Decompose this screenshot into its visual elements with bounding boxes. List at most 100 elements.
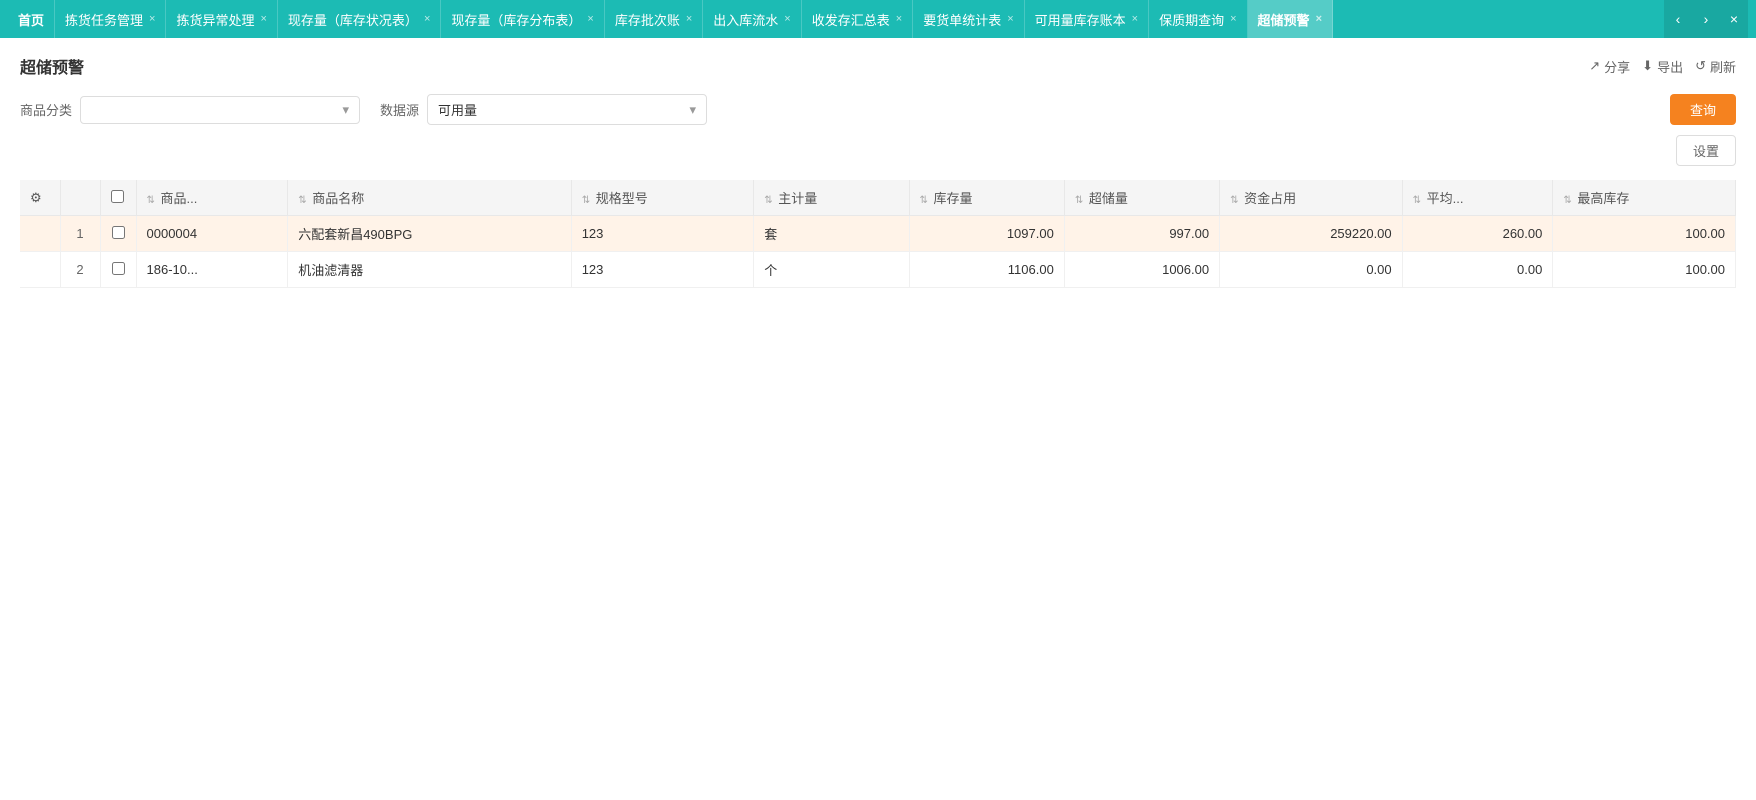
row-product-name: 机油滤清器 xyxy=(288,252,572,288)
category-select[interactable]: ▾ xyxy=(80,96,360,124)
nav-tab-inventory-status-label: 现存量（库存状况表） xyxy=(288,10,418,29)
nav-tab-inout-flow-close[interactable]: × xyxy=(784,13,790,25)
datasource-filter: 数据源 可用量 ▾ xyxy=(380,94,707,125)
nav-tab-shelf-life-label: 保质期查询 xyxy=(1159,10,1224,29)
share-label: 分享 xyxy=(1604,57,1630,76)
select-all-checkbox[interactable] xyxy=(111,190,124,203)
col-header-unit[interactable]: ⇅ 主计量 xyxy=(754,180,909,216)
nav-next-button[interactable]: › xyxy=(1692,0,1720,38)
nav-tab-overstock-close[interactable]: × xyxy=(1316,13,1322,25)
datasource-value: 可用量 xyxy=(438,100,477,119)
table-header-row: ⚙ ⇅ 商品... ⇅ 商品名称 ⇅ 规格型号 xyxy=(20,180,1736,216)
refresh-icon: ↺ xyxy=(1695,58,1706,74)
nav-tab-collect[interactable]: 收发存汇总表 × xyxy=(802,0,913,38)
nav-tab-task-mgmt[interactable]: 拣货任务管理 × xyxy=(55,0,166,38)
sort-icon-inventory: ⇅ xyxy=(920,195,928,206)
nav-tab-task-mgmt-close[interactable]: × xyxy=(149,13,155,25)
nav-tab-home-label: 首页 xyxy=(18,10,44,29)
nav-prev-button[interactable]: ‹ xyxy=(1664,0,1692,38)
export-button[interactable]: ⬇ 导出 xyxy=(1642,57,1683,76)
nav-tab-shelf-life-close[interactable]: × xyxy=(1230,13,1236,25)
datasource-chevron-down-icon: ▾ xyxy=(690,102,697,118)
col-header-overstock[interactable]: ⇅ 超储量 xyxy=(1064,180,1219,216)
col-header-max-inventory[interactable]: ⇅ 最高库存 xyxy=(1553,180,1736,216)
col-header-capital-usage[interactable]: ⇅ 资金占用 xyxy=(1220,180,1403,216)
table-row: 1 0000004 六配套新昌490BPG 123 套 1097.00 997.… xyxy=(20,216,1736,252)
col-label-capital-usage: 资金占用 xyxy=(1244,191,1296,206)
sort-icon-avg: ⇅ xyxy=(1413,195,1421,206)
nav-tab-inventory-dist[interactable]: 现存量（库存分布表） × xyxy=(441,0,604,38)
row-capital-usage: 0.00 xyxy=(1220,252,1403,288)
nav-tab-inventory-status[interactable]: 现存量（库存状况表） × xyxy=(278,0,441,38)
nav-tab-shelf-life[interactable]: 保质期查询 × xyxy=(1149,0,1247,38)
nav-tab-abnormal-close[interactable]: × xyxy=(260,13,266,25)
filter-actions: 查询 设置 xyxy=(1670,94,1736,166)
col-label-product-code: 商品... xyxy=(161,191,198,206)
row-product-code: 0000004 xyxy=(136,216,288,252)
category-label: 商品分类 xyxy=(20,100,72,119)
nav-tab-batch-close[interactable]: × xyxy=(686,13,692,25)
sort-icon-product-code: ⇅ xyxy=(147,195,155,206)
sort-icon-unit: ⇅ xyxy=(764,195,772,206)
row-seq: 1 xyxy=(60,216,100,252)
row-max-inventory: 100.00 xyxy=(1553,216,1736,252)
col-header-product-code[interactable]: ⇅ 商品... xyxy=(136,180,288,216)
col-header-spec[interactable]: ⇅ 规格型号 xyxy=(571,180,754,216)
sort-icon-overstock: ⇅ xyxy=(1075,195,1083,206)
row-checkbox[interactable] xyxy=(112,262,125,275)
share-button[interactable]: ↗ 分享 xyxy=(1589,57,1630,76)
nav-tab-avail-ledger-close[interactable]: × xyxy=(1132,13,1138,25)
share-icon: ↗ xyxy=(1589,58,1600,74)
nav-arrows: ‹ › × xyxy=(1664,0,1748,38)
row-unit: 个 xyxy=(754,252,909,288)
col-header-product-name[interactable]: ⇅ 商品名称 xyxy=(288,180,572,216)
row-max-inventory: 100.00 xyxy=(1553,252,1736,288)
row-checkbox-cell[interactable] xyxy=(100,252,136,288)
col-header-checkbox[interactable] xyxy=(100,180,136,216)
nav-tab-order-stats[interactable]: 要货单统计表 × xyxy=(913,0,1024,38)
nav-tab-collect-close[interactable]: × xyxy=(896,13,902,25)
nav-tab-avail-ledger-label: 可用量库存账本 xyxy=(1035,10,1126,29)
nav-close-all-button[interactable]: × xyxy=(1720,0,1748,38)
refresh-button[interactable]: ↺ 刷新 xyxy=(1695,57,1736,76)
page-container: 超储预警 ↗ 分享 ⬇ 导出 ↺ 刷新 商品分类 ▾ xyxy=(0,38,1756,304)
nav-tab-batch-label: 库存批次账 xyxy=(615,10,680,29)
nav-tab-collect-label: 收发存汇总表 xyxy=(812,10,890,29)
row-settings-cell xyxy=(20,252,60,288)
row-product-name: 六配套新昌490BPG xyxy=(288,216,572,252)
nav-tab-avail-ledger[interactable]: 可用量库存账本 × xyxy=(1025,0,1149,38)
nav-tab-inventory-status-close[interactable]: × xyxy=(424,13,430,25)
row-seq: 2 xyxy=(60,252,100,288)
query-button[interactable]: 查询 xyxy=(1670,94,1736,125)
col-label-product-name: 商品名称 xyxy=(312,191,364,206)
nav-tab-order-stats-close[interactable]: × xyxy=(1007,13,1013,25)
datasource-select[interactable]: 可用量 ▾ xyxy=(427,94,707,125)
nav-tab-inout-flow[interactable]: 出入库流水 × xyxy=(703,0,801,38)
col-label-spec: 规格型号 xyxy=(596,191,648,206)
nav-tab-inout-flow-label: 出入库流水 xyxy=(713,10,778,29)
export-icon: ⬇ xyxy=(1642,58,1653,74)
col-label-unit: 主计量 xyxy=(778,191,817,206)
gear-icon[interactable]: ⚙ xyxy=(30,190,42,205)
nav-tab-batch[interactable]: 库存批次账 × xyxy=(605,0,703,38)
row-spec: 123 xyxy=(571,216,754,252)
col-header-avg[interactable]: ⇅ 平均... xyxy=(1402,180,1553,216)
row-inventory: 1097.00 xyxy=(909,216,1064,252)
nav-tab-inventory-dist-close[interactable]: × xyxy=(587,13,593,25)
row-checkbox-cell[interactable] xyxy=(100,216,136,252)
nav-tab-abnormal-label: 拣货异常处理 xyxy=(176,10,254,29)
nav-tab-order-stats-label: 要货单统计表 xyxy=(923,10,1001,29)
row-overstock: 997.00 xyxy=(1064,216,1219,252)
row-checkbox[interactable] xyxy=(112,226,125,239)
header-actions: ↗ 分享 ⬇ 导出 ↺ 刷新 xyxy=(1589,57,1736,76)
col-header-settings[interactable]: ⚙ xyxy=(20,180,60,216)
nav-tab-abnormal[interactable]: 拣货异常处理 × xyxy=(166,0,277,38)
page-header: 超储预警 ↗ 分享 ⬇ 导出 ↺ 刷新 xyxy=(20,54,1736,78)
datasource-label: 数据源 xyxy=(380,100,419,119)
nav-tab-home[interactable]: 首页 xyxy=(8,0,55,38)
col-label-avg: 平均... xyxy=(1427,191,1464,206)
nav-tab-overstock[interactable]: 超储预警 × xyxy=(1248,0,1333,38)
col-header-inventory[interactable]: ⇅ 库存量 xyxy=(909,180,1064,216)
settings-button[interactable]: 设置 xyxy=(1676,135,1736,166)
category-filter: 商品分类 ▾ xyxy=(20,96,360,124)
